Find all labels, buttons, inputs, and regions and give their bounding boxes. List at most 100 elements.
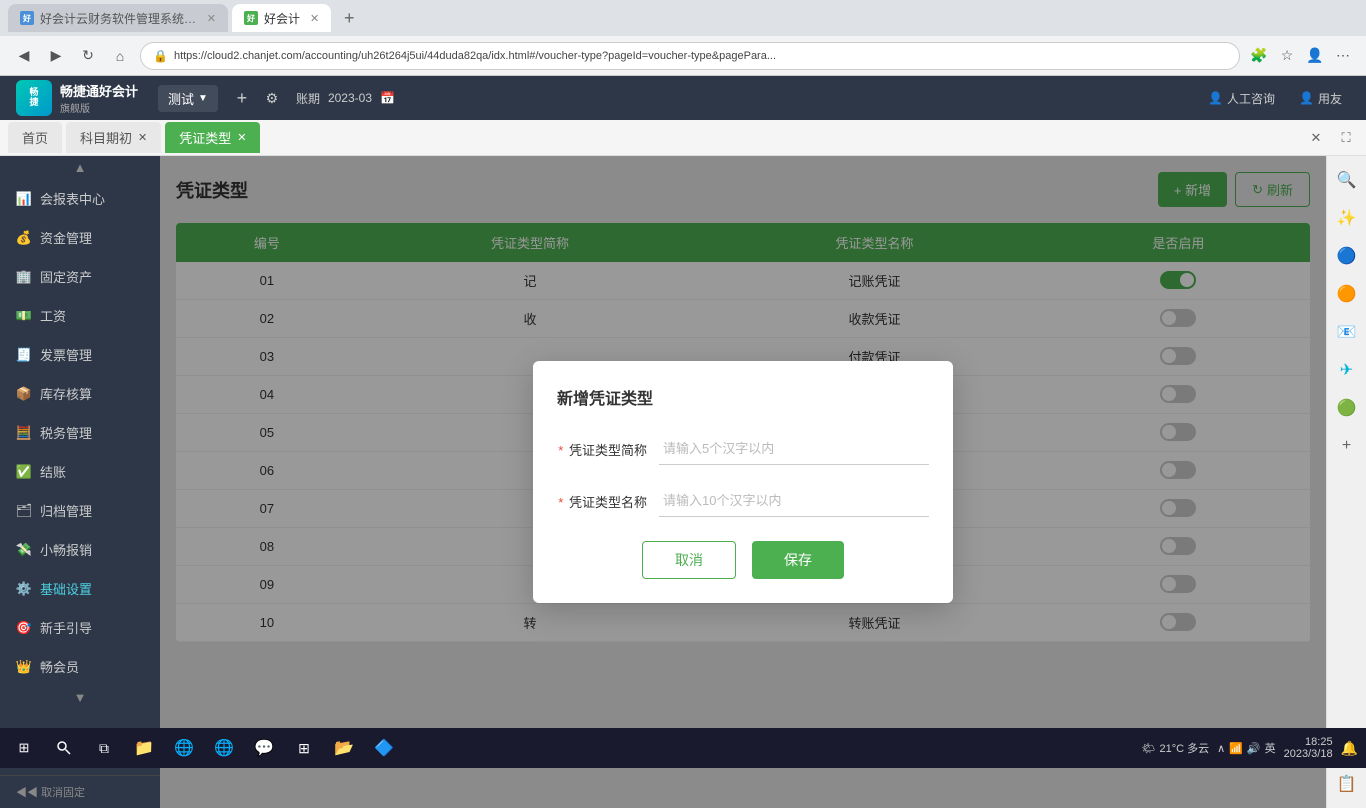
sidebar-unpin-button[interactable]: ◀◀ 取消固定 [0, 775, 160, 808]
settings-icon[interactable]: ⋯ [1332, 45, 1354, 67]
sidebar-item-archive[interactable]: 🗂 归档管理 [0, 491, 160, 530]
browser-tab-1[interactable]: 好 好会计云财务软件管理系统_会计 ✕ [8, 4, 228, 32]
sidebar-item-member[interactable]: 👑 畅会员 [0, 647, 160, 686]
sidebar-item-invoice-label: 发票管理 [40, 345, 92, 364]
forward-button[interactable]: ▶ [44, 44, 68, 68]
checkout-icon: ✅ [16, 464, 32, 480]
right-icon-send[interactable]: ✈ [1331, 354, 1363, 386]
bookmark-icon[interactable]: ☆ [1276, 45, 1298, 67]
address-input[interactable]: 🔒 https://cloud2.chanjet.com/accounting/… [140, 42, 1240, 70]
right-icon-search[interactable]: 🔍 [1331, 164, 1363, 196]
sidebar-item-member-label: 畅会员 [40, 657, 79, 676]
tax-icon: 🧮 [16, 425, 32, 441]
sidebar-item-salary[interactable]: 💵 工资 [0, 296, 160, 335]
taskbar-apps[interactable]: ⊞ [288, 732, 320, 764]
company-dropdown-icon: ▼ [198, 93, 208, 104]
content-area: 凭证类型 + 新增 ↻ 刷新 编号 凭证类型简称 凭证类型名称 是否启用 [160, 156, 1326, 808]
company-selector[interactable]: 测试 ▼ [158, 85, 218, 112]
modal-actions: 取消 保存 [557, 541, 929, 579]
sidebar-item-fixed-label: 固定资产 [40, 267, 92, 286]
tab-favicon-2: 好 [244, 11, 258, 25]
sidebar-item-checkout-label: 结账 [40, 462, 66, 481]
tab-voucher[interactable]: 凭证类型 ✕ [165, 122, 260, 153]
tab-subject[interactable]: 科目期初 ✕ [66, 122, 161, 153]
taskbar-files[interactable]: 📂 [328, 732, 360, 764]
cancel-button[interactable]: 取消 [642, 541, 736, 579]
right-icon-star[interactable]: ✨ [1331, 202, 1363, 234]
logo-icon: 畅捷 [16, 80, 52, 116]
sidebar-item-guide[interactable]: 🎯 新手引导 [0, 608, 160, 647]
logo-area: 畅捷 畅捷通好会计 旗舰版 [16, 80, 138, 116]
sidebar-item-tax[interactable]: 🧮 税务管理 [0, 413, 160, 452]
taskbar-edge[interactable]: 🌐 [208, 732, 240, 764]
form-input-name[interactable] [659, 485, 929, 517]
form-row-name: * 凭证类型名称 [557, 485, 929, 517]
form-label-name: * 凭证类型名称 [557, 492, 647, 511]
toolbar-icons: 🧩 ☆ 👤 ⋯ [1248, 45, 1354, 67]
taskbar-chrome[interactable]: 🌐 [168, 732, 200, 764]
right-icon-blue[interactable]: 🔵 [1331, 240, 1363, 272]
header-gear-btn[interactable]: ⚙ [260, 86, 284, 110]
maximize-tab-btn[interactable]: ⛶ [1334, 126, 1358, 150]
taskbar-task-view[interactable]: ⧉ [88, 732, 120, 764]
profile-icon[interactable]: 👤 [1304, 45, 1326, 67]
notification-icon[interactable]: 🔔 [1341, 740, 1358, 757]
tab-close-2[interactable]: ✕ [310, 12, 319, 25]
volume-icon[interactable]: 🔊 [1247, 742, 1261, 755]
sidebar-item-invoice[interactable]: 🧾 发票管理 [0, 335, 160, 374]
logo-subtitle: 旗舰版 [60, 100, 138, 115]
sidebar-item-inventory[interactable]: 📦 库存核算 [0, 374, 160, 413]
logo-text-area: 畅捷通好会计 旗舰版 [60, 81, 138, 115]
header-add-btn[interactable]: + [230, 86, 254, 110]
taskbar-wechat[interactable]: 💬 [248, 732, 280, 764]
sidebar-item-settings-label: 基础设置 [40, 579, 92, 598]
right-icon-green[interactable]: 🟢 [1331, 392, 1363, 424]
sidebar-item-reports[interactable]: 📊 会报表中心 [0, 179, 160, 218]
sidebar-scroll-down[interactable]: ▼ [0, 686, 160, 709]
taskbar-sys-icons: ∧ 📶 🔊 英 [1217, 740, 1275, 756]
browser-tab-2[interactable]: 好 好会计 ✕ [232, 4, 331, 32]
minimize-tab-btn[interactable]: ✕ [1304, 126, 1328, 150]
taskbar-search[interactable] [48, 732, 80, 764]
tab-home-label: 首页 [22, 128, 48, 147]
fixed-icon: 🏢 [16, 269, 32, 285]
extensions-icon[interactable]: 🧩 [1248, 45, 1270, 67]
guide-icon: 🎯 [16, 620, 32, 636]
user-icon: 👤 [1299, 91, 1314, 105]
right-icon-orange[interactable]: 🟠 [1331, 278, 1363, 310]
start-button[interactable]: ⊞ [8, 732, 40, 764]
chevron-up-icon[interactable]: ∧ [1217, 742, 1225, 755]
sidebar-item-expense-label: 小畅报销 [40, 540, 92, 559]
sidebar-item-fund[interactable]: 💰 资金管理 [0, 218, 160, 257]
new-tab-button[interactable]: + [335, 4, 363, 32]
right-panel-add[interactable]: + [1331, 430, 1363, 462]
sidebar-item-reports-label: 会报表中心 [40, 189, 105, 208]
form-input-code[interactable] [659, 433, 929, 465]
user-button[interactable]: 👤 用友 [1291, 86, 1350, 111]
consult-button[interactable]: 👤 人工咨询 [1200, 86, 1283, 111]
period-label: 账期 [296, 90, 320, 107]
network-icon[interactable]: 📶 [1229, 742, 1243, 755]
sidebar-item-fixed[interactable]: 🏢 固定资产 [0, 257, 160, 296]
back-button[interactable]: ◀ [12, 44, 36, 68]
taskbar-browser2[interactable]: 🔷 [368, 732, 400, 764]
refresh-button[interactable]: ↻ [76, 44, 100, 68]
page-tabs: 首页 科目期初 ✕ 凭证类型 ✕ ✕ ⛶ [0, 120, 1366, 156]
tab-home[interactable]: 首页 [8, 122, 62, 153]
clock-display: 18:25 2023/3/18 [1284, 736, 1333, 760]
tab-voucher-close[interactable]: ✕ [237, 131, 246, 144]
taskbar-explorer[interactable]: 📁 [128, 732, 160, 764]
sidebar-item-settings[interactable]: ⚙️ 基础设置 [0, 569, 160, 608]
unpin-icon: ◀◀ [16, 787, 38, 799]
right-panel-list[interactable]: 📋 [1331, 768, 1363, 800]
tab-close-1[interactable]: ✕ [207, 12, 216, 25]
save-button[interactable]: 保存 [752, 541, 844, 579]
home-button[interactable]: ⌂ [108, 44, 132, 68]
tab-subject-close[interactable]: ✕ [138, 131, 147, 144]
address-text: https://cloud2.chanjet.com/accounting/uh… [174, 50, 776, 62]
address-bar: ◀ ▶ ↻ ⌂ 🔒 https://cloud2.chanjet.com/acc… [0, 36, 1366, 76]
right-icon-outlook[interactable]: 📧 [1331, 316, 1363, 348]
sidebar-scroll-up[interactable]: ▲ [0, 156, 160, 179]
sidebar-item-expense[interactable]: 💸 小畅报销 [0, 530, 160, 569]
sidebar-item-checkout[interactable]: ✅ 结账 [0, 452, 160, 491]
